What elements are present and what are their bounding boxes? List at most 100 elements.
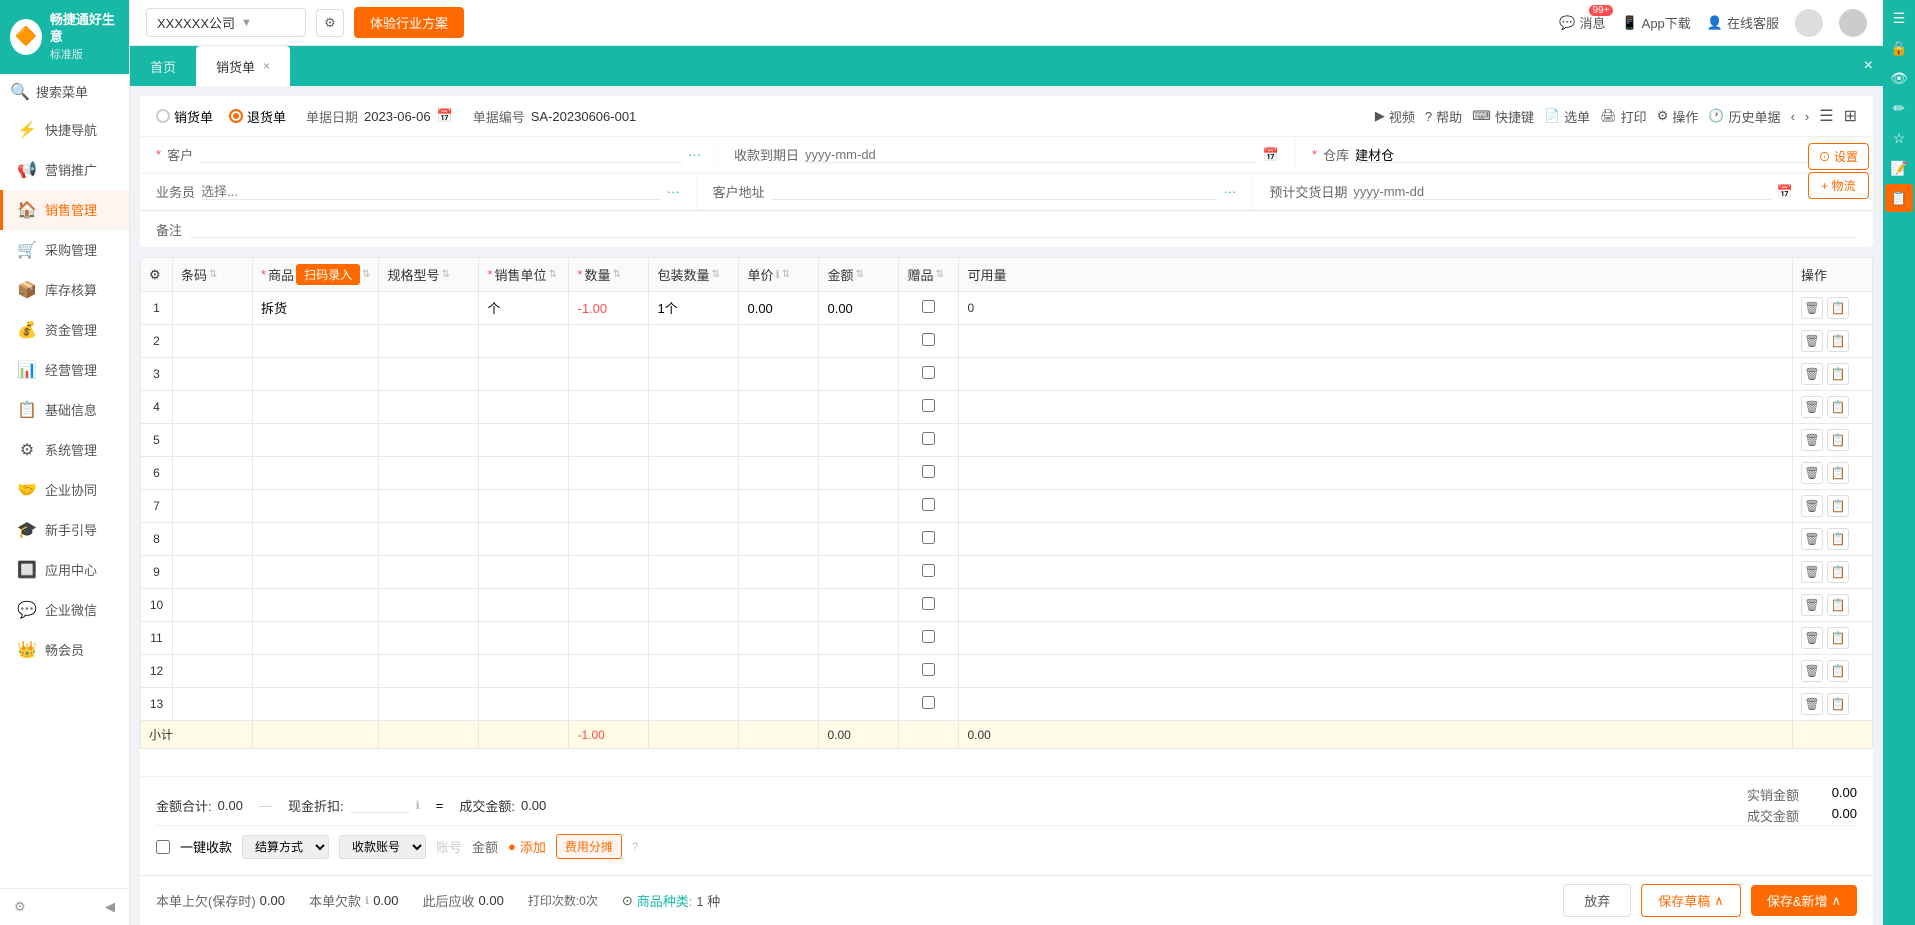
customer-ellipsis-btn[interactable]: ···: [688, 147, 701, 162]
row-gift-11[interactable]: [899, 622, 959, 655]
row-amount-11[interactable]: [819, 622, 899, 655]
right-panel-lock-icon[interactable]: 🔒: [1885, 34, 1913, 62]
app-download-button[interactable]: 📱 App下载: [1621, 13, 1690, 32]
unit-sort-icon[interactable]: ⇅: [549, 269, 557, 280]
row-packqty-8[interactable]: [649, 523, 739, 556]
row-barcode-1[interactable]: [173, 292, 253, 325]
row-copy-icon-7[interactable]: 📋: [1827, 495, 1849, 517]
add-payment-button[interactable]: ● 添加: [508, 837, 546, 856]
row-delete-icon-9[interactable]: 🗑: [1801, 561, 1823, 583]
row-packqty-12[interactable]: [649, 655, 739, 688]
user-avatar[interactable]: [1795, 9, 1823, 37]
row-unitprice-3[interactable]: [739, 358, 819, 391]
row-quantity-13[interactable]: [569, 688, 649, 721]
payment-account-select[interactable]: 收款账号: [339, 835, 426, 859]
row-unit-9[interactable]: [479, 556, 569, 589]
row-gift-7[interactable]: [899, 490, 959, 523]
product-sort-icon[interactable]: ⇅: [362, 269, 370, 280]
remarks-input[interactable]: [190, 222, 1857, 238]
sidebar-item-basics[interactable]: 📋 基础信息: [0, 390, 129, 430]
row-gift-5[interactable]: [899, 424, 959, 457]
row-copy-icon-10[interactable]: 📋: [1827, 594, 1849, 616]
row-product-10[interactable]: [253, 589, 379, 622]
nav-next-button[interactable]: ›: [1805, 109, 1809, 124]
row-gift-2[interactable]: [899, 325, 959, 358]
return-order-radio[interactable]: 退货单: [229, 107, 286, 126]
row-copy-icon-13[interactable]: 📋: [1827, 693, 1849, 715]
row-unitprice-8[interactable]: [739, 523, 819, 556]
gift-sort-icon[interactable]: ⇅: [936, 269, 944, 280]
row-unit-8[interactable]: [479, 523, 569, 556]
row-copy-icon-5[interactable]: 📋: [1827, 429, 1849, 451]
row-quantity-9[interactable]: [569, 556, 649, 589]
row-delete-icon-4[interactable]: 🗑: [1801, 396, 1823, 418]
row-delete-icon-1[interactable]: 🗑: [1801, 297, 1823, 319]
row-amount-1[interactable]: [819, 292, 899, 325]
history-button[interactable]: 🕐 历史单据: [1708, 107, 1780, 126]
spec-sort-icon[interactable]: ⇅: [442, 269, 450, 280]
row-barcode-9[interactable]: [173, 556, 253, 589]
row-unitprice-7[interactable]: [739, 490, 819, 523]
one-click-pay-checkbox[interactable]: [156, 840, 170, 854]
row-copy-icon-12[interactable]: 📋: [1827, 660, 1849, 682]
select-bill-button[interactable]: 📄 选单: [1544, 107, 1590, 126]
right-panel-eye-icon[interactable]: 👁: [1885, 64, 1913, 92]
row-spec-7[interactable]: [379, 490, 479, 523]
sales-order-radio[interactable]: 销货单: [156, 107, 213, 126]
row-barcode-6[interactable]: [173, 457, 253, 490]
row-unitprice-12[interactable]: [739, 655, 819, 688]
row-copy-icon-4[interactable]: 📋: [1827, 396, 1849, 418]
payment-date-calendar-icon[interactable]: 📅: [1263, 147, 1279, 163]
salesperson-input[interactable]: [201, 184, 661, 200]
bill-date-calendar-icon[interactable]: 📅: [437, 108, 453, 124]
row-product-8[interactable]: [253, 523, 379, 556]
row-spec-10[interactable]: [379, 589, 479, 622]
col-settings[interactable]: ⚙: [141, 258, 173, 292]
row-packqty-6[interactable]: [649, 457, 739, 490]
row-amount-4[interactable]: [819, 391, 899, 424]
row-amount-13[interactable]: [819, 688, 899, 721]
tab-home[interactable]: 首页: [130, 46, 196, 86]
row-unit-10[interactable]: [479, 589, 569, 622]
row-product-11[interactable]: [253, 622, 379, 655]
row-spec-11[interactable]: [379, 622, 479, 655]
row-spec-5[interactable]: [379, 424, 479, 457]
row-product-9[interactable]: [253, 556, 379, 589]
row-packqty-11[interactable]: [649, 622, 739, 655]
amount-sort-icon[interactable]: ⇅: [856, 269, 864, 280]
right-panel-active-icon[interactable]: 📋: [1885, 184, 1913, 212]
discount-input[interactable]: [350, 797, 410, 813]
row-quantity-1[interactable]: [569, 292, 649, 325]
logistics-button[interactable]: + 物流: [1808, 172, 1869, 199]
row-spec-13[interactable]: [379, 688, 479, 721]
tab-close-icon[interactable]: ×: [263, 59, 270, 73]
row-barcode-11[interactable]: [173, 622, 253, 655]
sidebar-item-purchase[interactable]: 🛒 采购管理: [0, 230, 129, 270]
row-product-4[interactable]: [253, 391, 379, 424]
row-quantity-3[interactable]: [569, 358, 649, 391]
right-panel-edit-icon[interactable]: 📝: [1885, 154, 1913, 182]
row-unitprice-11[interactable]: [739, 622, 819, 655]
sidebar-item-member[interactable]: 👑 畅会员: [0, 630, 129, 670]
sidebar-collapse-icon[interactable]: ◀: [105, 899, 115, 915]
row-quantity-2[interactable]: [569, 325, 649, 358]
packqty-sort-icon[interactable]: ⇅: [712, 269, 720, 280]
row-spec-1[interactable]: [379, 292, 479, 325]
sidebar-item-quicknav[interactable]: ⚡ 快捷导航: [0, 110, 129, 150]
delivery-calendar-icon[interactable]: 📅: [1777, 184, 1793, 200]
row-delete-icon-8[interactable]: 🗑: [1801, 528, 1823, 550]
row-amount-2[interactable]: [819, 325, 899, 358]
row-amount-6[interactable]: [819, 457, 899, 490]
row-spec-2[interactable]: [379, 325, 479, 358]
row-barcode-7[interactable]: [173, 490, 253, 523]
row-packqty-5[interactable]: [649, 424, 739, 457]
row-packqty-4[interactable]: [649, 391, 739, 424]
row-quantity-7[interactable]: [569, 490, 649, 523]
row-amount-5[interactable]: [819, 424, 899, 457]
sidebar-item-operations[interactable]: 📊 经营管理: [0, 350, 129, 390]
row-spec-6[interactable]: [379, 457, 479, 490]
row-delete-icon-13[interactable]: 🗑: [1801, 693, 1823, 715]
row-delete-icon-12[interactable]: 🗑: [1801, 660, 1823, 682]
row-barcode-5[interactable]: [173, 424, 253, 457]
row-unitprice-6[interactable]: [739, 457, 819, 490]
